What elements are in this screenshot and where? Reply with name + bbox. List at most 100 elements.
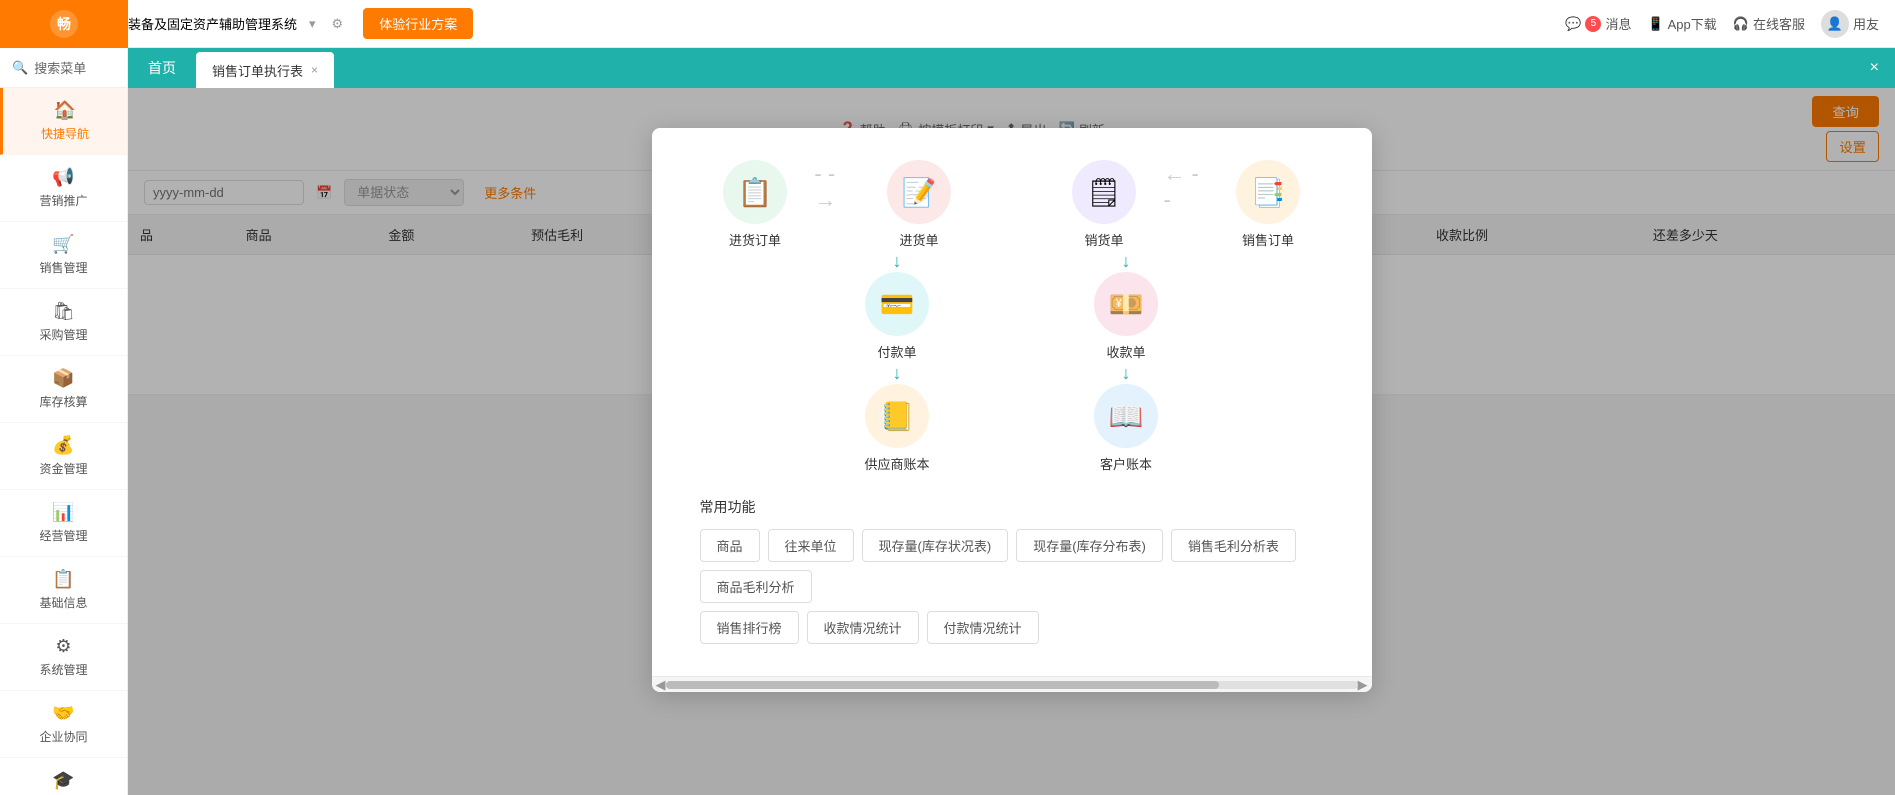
user-item[interactable]: 👤 用友 xyxy=(1821,10,1879,38)
sidebar-search[interactable]: 🔍 搜索菜单 xyxy=(0,48,127,88)
svg-text:畅: 畅 xyxy=(57,16,71,32)
arrow-down-receipt: ↓ xyxy=(1122,363,1131,384)
purchase-bill-circle: 📝 xyxy=(887,160,951,224)
sales-order-label: 销售订单 xyxy=(1242,230,1294,249)
common-funcs-title: 常用功能 xyxy=(700,497,1324,517)
message-badge: 5 xyxy=(1585,16,1601,32)
online-service-item[interactable]: 🎧 在线客服 xyxy=(1733,14,1805,33)
sidebar-item-sys-mgmt[interactable]: ⚙ 系统管理 xyxy=(0,624,127,691)
app-container: 畅 装备及固定资产辅助管理系统 ▾ ⚙ 体验行业方案 💬 5 消息 📱 App下… xyxy=(0,0,1895,795)
purchase-order-label: 进货订单 xyxy=(729,230,781,249)
flow-row-r3: 📖 客户账本 xyxy=(1066,384,1186,473)
flow-diagram: 📋 进货订单 - - → 📝 xyxy=(700,160,1324,473)
sidebar-item-finance[interactable]: 💰 资金管理 xyxy=(0,423,127,490)
tab-label: 销售订单执行表 xyxy=(212,61,303,80)
modal-overlay[interactable]: 📋 进货订单 - - → 📝 xyxy=(128,88,1895,795)
avatar: 👤 xyxy=(1821,10,1849,38)
flow-node-sales-order[interactable]: 📑 销售订单 xyxy=(1213,160,1324,249)
close-all-tabs-button[interactable]: × xyxy=(1870,59,1895,77)
flow-node-sales-bill[interactable]: 🗒 销货单 xyxy=(1049,160,1160,249)
func-btn-stock-dist[interactable]: 现存量(库存分布表) xyxy=(1016,529,1163,562)
flow-node-supplier-ledger[interactable]: 📒 供应商账本 xyxy=(837,384,957,473)
payment-bill-circle: 💳 xyxy=(865,272,929,336)
sidebar-item-label: 经营管理 xyxy=(39,527,87,544)
inventory-icon: 📦 xyxy=(52,368,74,389)
sidebar-item-basic-info[interactable]: 📋 基础信息 xyxy=(0,557,127,624)
sidebar-item-label: 基础信息 xyxy=(39,594,87,611)
trial-button[interactable]: 体验行业方案 xyxy=(363,8,473,39)
func-buttons-row-2: 销售排行榜 收款情况统计 付款情况统计 xyxy=(700,611,1324,644)
sidebar-item-label: 企业协同 xyxy=(39,728,87,745)
sidebar-item-label: 快捷导航 xyxy=(41,125,89,142)
func-buttons-row-1: 商品 往来单位 现存量(库存状况表) 现存量(库存分布表) 销售毛利分析表 商品… xyxy=(700,529,1324,603)
flow-node-payment-bill[interactable]: 💳 付款单 xyxy=(837,272,957,361)
scroll-thumb xyxy=(666,681,1220,689)
arrow-down-payment: ↓ xyxy=(892,363,901,384)
main-content: ❓ 帮助 🖨 按模板打印 ▾ ⬆ 导出 🔄 xyxy=(128,88,1895,795)
search-label: 搜索菜单 xyxy=(34,58,86,77)
message-item[interactable]: 💬 5 消息 xyxy=(1565,14,1631,33)
func-btn-goods[interactable]: 商品 xyxy=(700,529,760,562)
flow-col-left: 📋 进货订单 - - → 📝 xyxy=(700,160,975,473)
top-right-area: 💬 5 消息 📱 App下载 🎧 在线客服 👤 用友 xyxy=(1565,10,1879,38)
flow-node-customer-ledger[interactable]: 📖 客户账本 xyxy=(1066,384,1186,473)
func-btn-sales-rank[interactable]: 销售排行榜 xyxy=(700,611,799,644)
message-label: 消息 xyxy=(1605,14,1631,33)
user-label: 用友 xyxy=(1853,14,1879,33)
func-btn-goods-margin[interactable]: 商品毛利分析 xyxy=(700,570,812,603)
system-title-area: 装备及固定资产辅助管理系统 ▾ ⚙ 体验行业方案 xyxy=(112,8,1565,39)
customer-ledger-label: 客户账本 xyxy=(1100,454,1152,473)
sidebar-item-inventory[interactable]: 📦 库存核算 xyxy=(0,356,127,423)
tab-bar: 首页 销售订单执行表 × × xyxy=(128,48,1895,88)
basic-info-icon: 📋 xyxy=(52,569,74,590)
func-btn-receipt-stat[interactable]: 收款情况统计 xyxy=(807,611,919,644)
flow-node-purchase-bill[interactable]: 📝 进货单 xyxy=(864,160,975,249)
app-download-item[interactable]: 📱 App下载 xyxy=(1647,14,1716,33)
quick-nav-modal: 📋 进货订单 - - → 📝 xyxy=(652,128,1372,692)
scroll-right-icon[interactable]: ▶ xyxy=(1358,677,1368,693)
sidebar-item-label: 系统管理 xyxy=(39,661,87,678)
sales-bill-icon: 🗒 xyxy=(1086,176,1122,209)
sidebar-item-marketing[interactable]: 📢 营销推广 xyxy=(0,155,127,222)
logo-area: 畅 xyxy=(0,0,128,48)
func-btn-stock-status[interactable]: 现存量(库存状况表) xyxy=(862,529,1009,562)
receipt-bill-circle: 💴 xyxy=(1094,272,1158,336)
phone-icon: 📱 xyxy=(1647,16,1663,32)
quick-nav-icon: 🏠 xyxy=(54,100,76,121)
func-btn-sales-margin[interactable]: 销售毛利分析表 xyxy=(1171,529,1296,562)
headset-icon: 🎧 xyxy=(1733,16,1749,32)
flow-node-purchase-order[interactable]: 📋 进货订单 xyxy=(700,160,811,249)
sidebar-item-quick-nav[interactable]: 🏠 快捷导航 xyxy=(0,88,127,155)
supplier-ledger-circle: 📒 xyxy=(865,384,929,448)
sidebar: 🔍 搜索菜单 🏠 快捷导航 📢 营销推广 🛒 销售管理 🛍 采购管理 📦 xyxy=(0,48,128,795)
sidebar-item-newcomer[interactable]: 🎓 新手引导 xyxy=(0,758,127,795)
flow-col-right: 🗒 销货单 ← - - 📑 xyxy=(1049,160,1324,473)
modal-scroll-bar[interactable]: ◀ ▶ xyxy=(652,676,1372,692)
flow-node-receipt-bill[interactable]: 💴 收款单 xyxy=(1066,272,1186,361)
marketing-icon: 📢 xyxy=(52,167,74,188)
sidebar-item-label: 库存核算 xyxy=(39,393,87,410)
func-btn-payment-stat[interactable]: 付款情况统计 xyxy=(927,611,1039,644)
enterprise-icon: 🤝 xyxy=(52,703,74,724)
sidebar-item-sales-mgmt[interactable]: 🛒 销售管理 xyxy=(0,222,127,289)
flow-row-1: 📋 进货订单 - - → 📝 xyxy=(700,160,975,249)
scroll-left-icon[interactable]: ◀ xyxy=(656,677,666,693)
tab-home[interactable]: 首页 xyxy=(128,48,196,88)
payment-bill-icon: 💳 xyxy=(880,288,915,321)
flow-row-2: 💳 付款单 xyxy=(837,272,957,361)
tab-close-icon[interactable]: × xyxy=(311,63,318,77)
sidebar-item-enterprise[interactable]: 🤝 企业协同 xyxy=(0,691,127,758)
sidebar-item-ops-mgmt[interactable]: 📊 经营管理 xyxy=(0,490,127,557)
avatar-icon: 👤 xyxy=(1827,16,1843,32)
settings-gear-icon[interactable]: ⚙ xyxy=(332,16,344,32)
scroll-track[interactable] xyxy=(666,681,1358,689)
system-dropdown-icon[interactable]: ▾ xyxy=(309,16,316,32)
sys-icon: ⚙ xyxy=(55,636,71,657)
tab-sales-order-exec[interactable]: 销售订单执行表 × xyxy=(196,52,334,88)
sidebar-item-purchase-mgmt[interactable]: 🛍 采购管理 xyxy=(0,289,127,356)
purchase-icon: 🛍 xyxy=(52,301,75,322)
payment-bill-label: 付款单 xyxy=(877,342,916,361)
func-btn-counterpart[interactable]: 往来单位 xyxy=(768,529,854,562)
arrow-right-1: - - → xyxy=(810,161,863,213)
modal-content: 📋 进货订单 - - → 📝 xyxy=(652,128,1372,668)
